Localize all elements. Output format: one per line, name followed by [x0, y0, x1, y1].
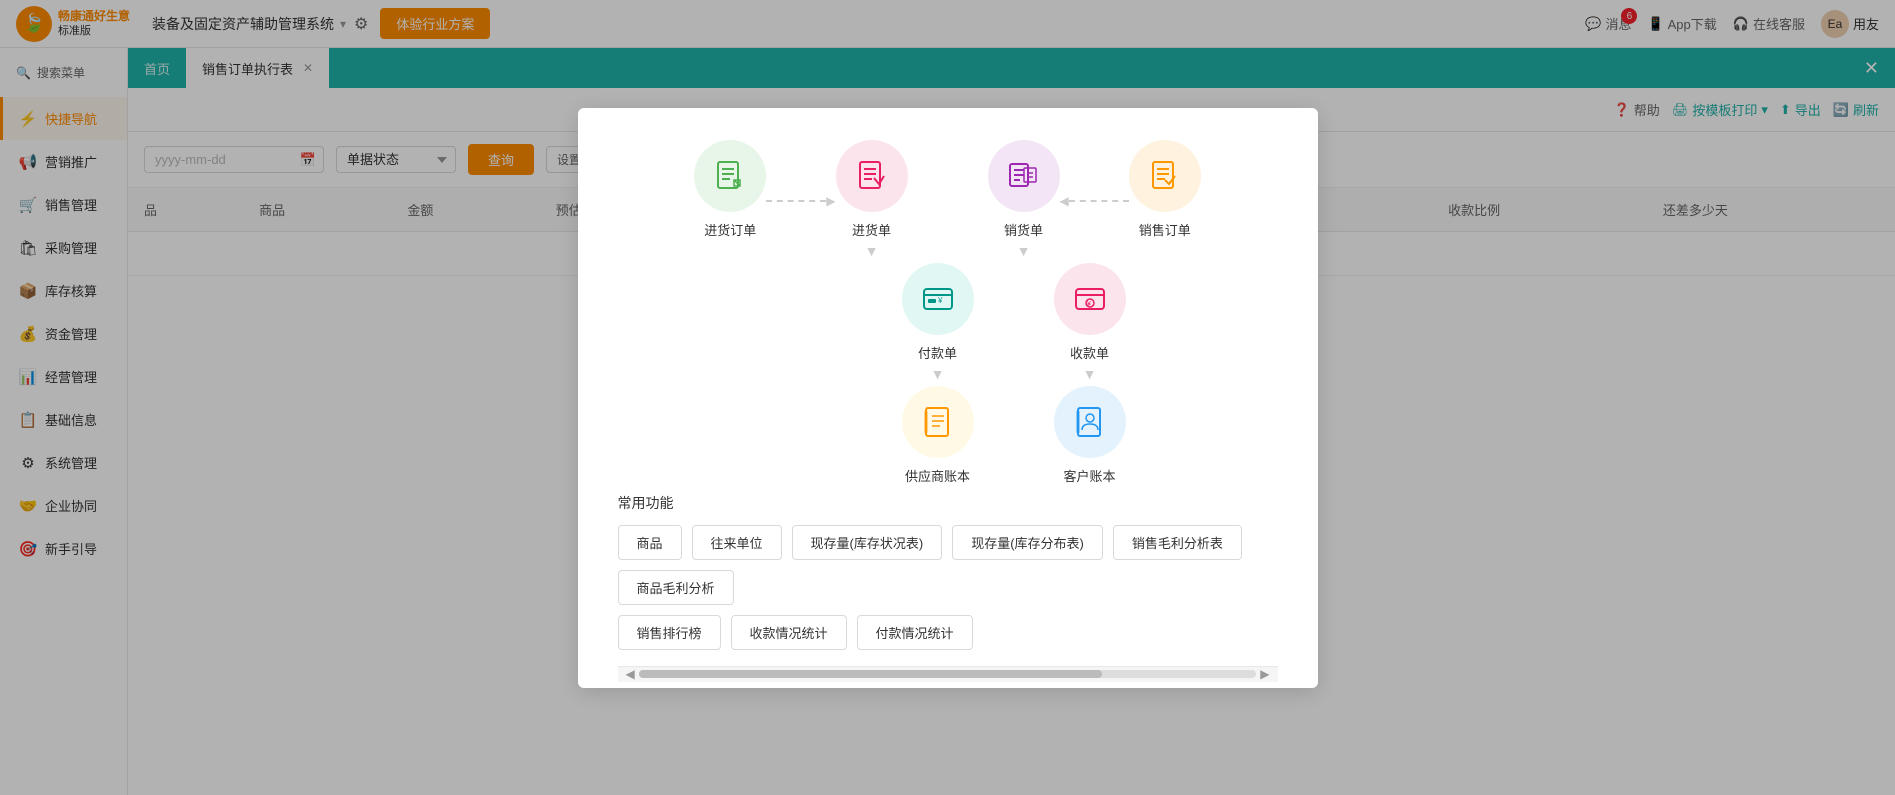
flow-second-row: ¥ 付款单 ¥ 收款单 — [618, 263, 1278, 362]
svg-text:¥: ¥ — [1087, 301, 1091, 308]
modal-overlay[interactable]: 进货订单 ▶ 进货单 销货单 — [0, 0, 1895, 795]
flow-node-customer-ledger: 客户账本 — [1054, 386, 1126, 485]
payment-circle[interactable]: ¥ — [902, 263, 974, 335]
flow-top-row: 进货订单 ▶ 进货单 销货单 — [618, 140, 1278, 239]
common-functions: 常用功能 商品 往来单位 现存量(库存状况表) 现存量(库存分布表) 销售毛利分… — [618, 493, 1278, 650]
func-btn-sales-rank[interactable]: 销售排行榜 — [618, 615, 721, 650]
purchase-order-circle[interactable] — [694, 140, 766, 212]
flow-arrows-row2: ▼ ▼ — [618, 366, 1278, 382]
flow-third-row: 供应商账本 客户账本 — [618, 386, 1278, 485]
flow-node-sale: 销货单 — [988, 140, 1060, 239]
flow-node-payment: ¥ 付款单 — [902, 263, 974, 362]
sales-order-circle[interactable] — [1129, 140, 1201, 212]
scroll-right-icon[interactable]: ▶ — [1256, 667, 1273, 681]
func-btn-product[interactable]: 商品 — [618, 525, 682, 560]
flow-node-sales-order: 销售订单 — [1129, 140, 1201, 239]
common-functions-title: 常用功能 — [618, 493, 1278, 513]
sale-circle[interactable] — [988, 140, 1060, 212]
flow-node-purchase: 进货单 — [836, 140, 908, 239]
func-btn-product-profit[interactable]: 商品毛利分析 — [618, 570, 734, 605]
func-btn-payment-stats[interactable]: 付款情况统计 — [857, 615, 973, 650]
arrow-right-1: ▶ — [766, 194, 835, 208]
func-btn-partner[interactable]: 往来单位 — [692, 525, 782, 560]
supplier-ledger-circle[interactable] — [902, 386, 974, 458]
func-btn-stock-dist[interactable]: 现存量(库存分布表) — [952, 525, 1103, 560]
scroll-left-icon[interactable]: ◀ — [622, 667, 639, 681]
down-arrow-sale: ▼ — [988, 243, 1060, 259]
func-btn-stock-status[interactable]: 现存量(库存状况表) — [792, 525, 943, 560]
func-btn-receipt-stats[interactable]: 收款情况统计 — [731, 615, 847, 650]
flow-node-receipt: ¥ 收款单 — [1054, 263, 1126, 362]
scroll-track[interactable] — [639, 670, 1257, 678]
flow-arrows-row: ▼ ▼ — [618, 243, 1278, 259]
modal-dialog: 进货订单 ▶ 进货单 销货单 — [578, 108, 1318, 688]
flow-node-purchase-order: 进货订单 — [694, 140, 766, 239]
receipt-circle[interactable]: ¥ — [1054, 263, 1126, 335]
down-arrow-purchase: ▼ — [836, 243, 908, 259]
func-buttons-row1: 商品 往来单位 现存量(库存状况表) 现存量(库存分布表) 销售毛利分析表 商品… — [618, 525, 1278, 605]
func-btn-sales-profit[interactable]: 销售毛利分析表 — [1113, 525, 1242, 560]
svg-text:¥: ¥ — [937, 296, 943, 305]
arrow-left-1: ◀ — [1060, 194, 1129, 208]
flow-node-supplier-ledger: 供应商账本 — [902, 386, 974, 485]
scroll-bar: ◀ ▶ — [618, 666, 1278, 682]
customer-ledger-circle[interactable] — [1054, 386, 1126, 458]
purchase-circle[interactable] — [836, 140, 908, 212]
func-buttons-row2: 销售排行榜 收款情况统计 付款情况统计 — [618, 615, 1278, 650]
scroll-thumb — [639, 670, 1102, 678]
